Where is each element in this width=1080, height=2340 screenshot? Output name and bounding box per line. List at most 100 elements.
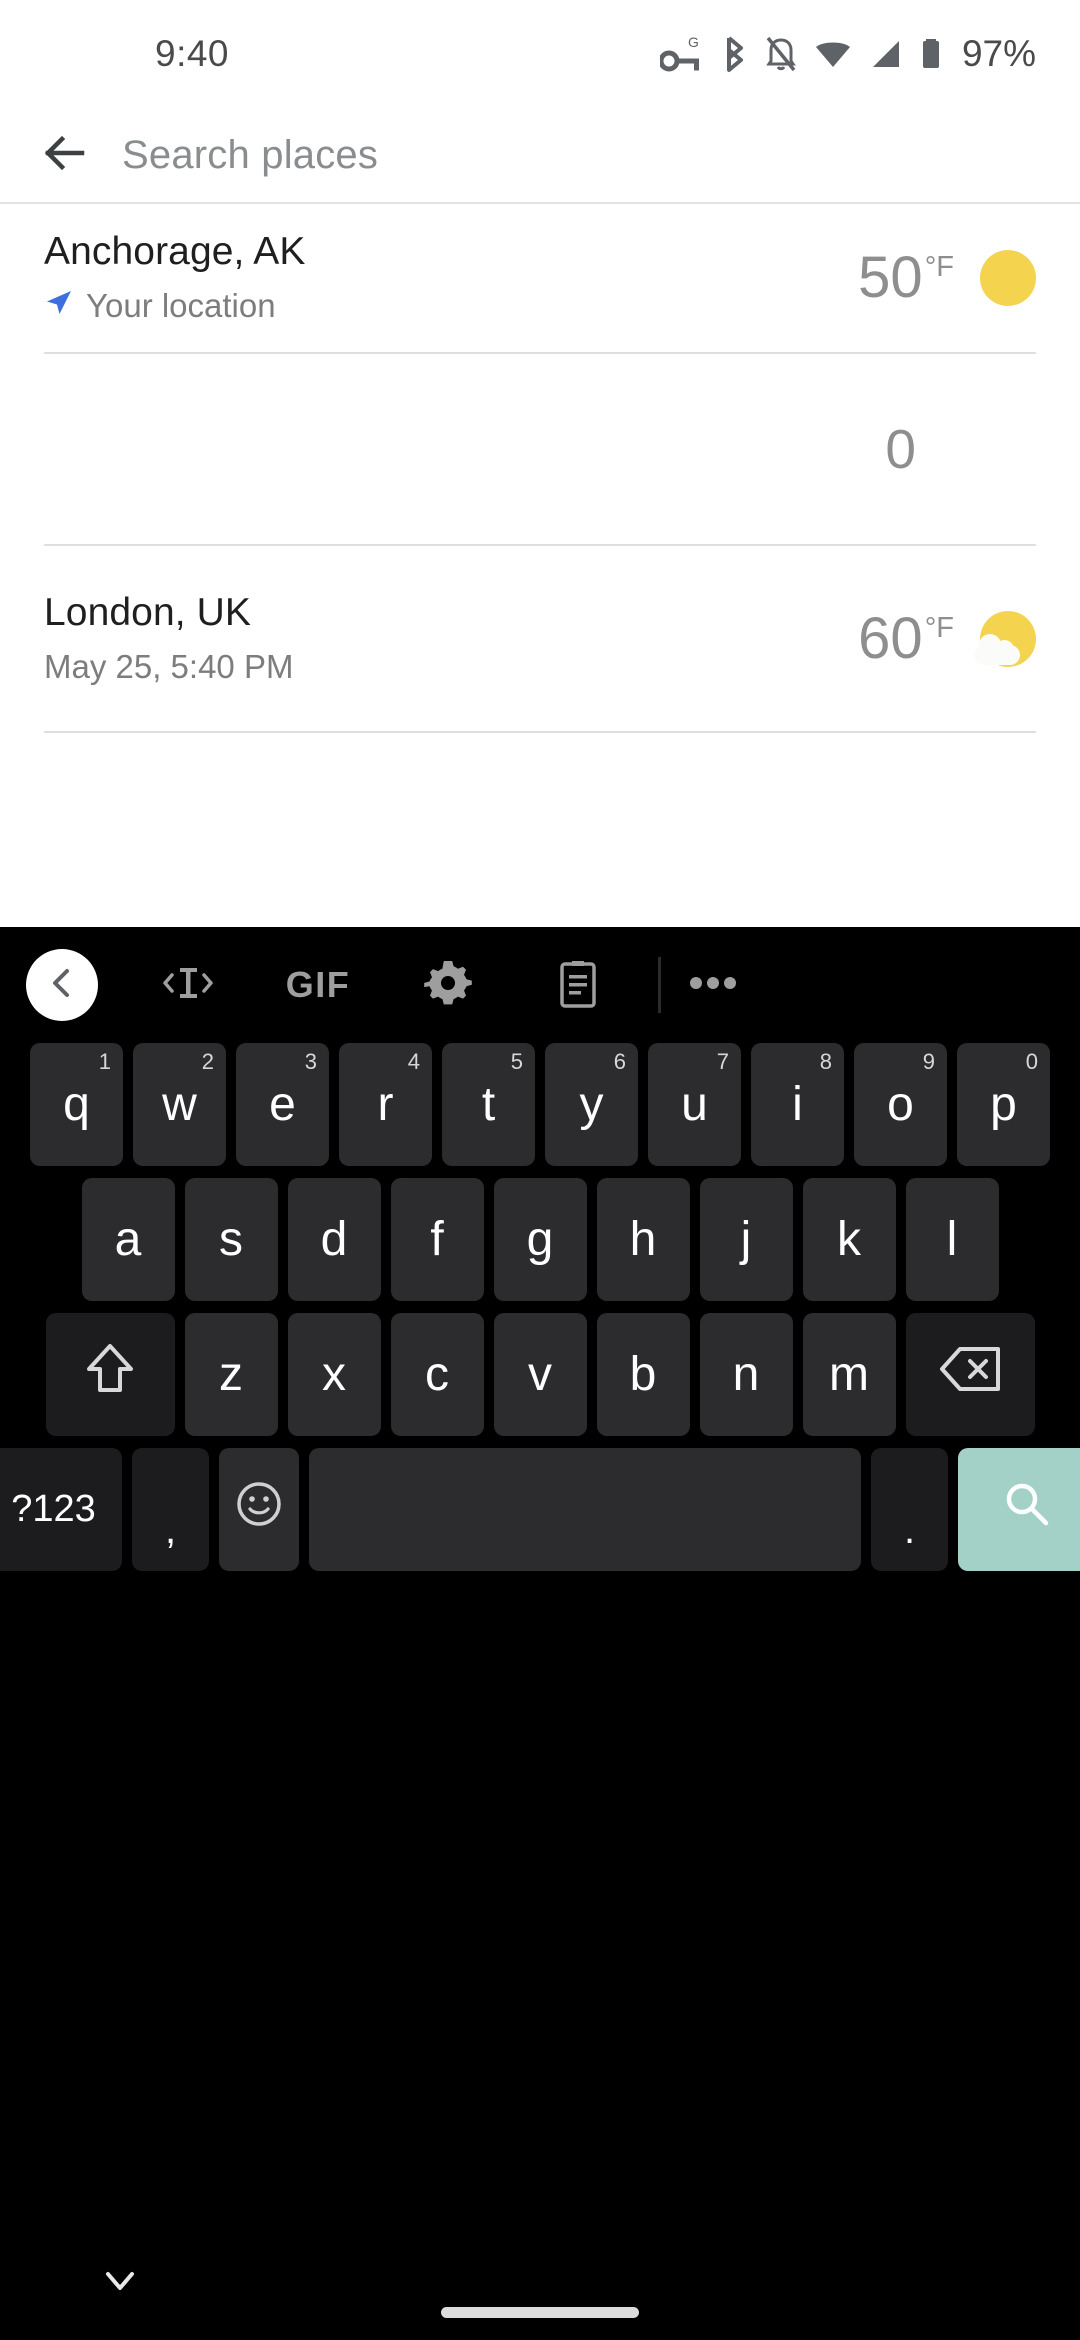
bluetooth-icon — [721, 34, 749, 74]
list-item[interactable]: 0 — [0, 354, 1080, 544]
key-f[interactable]: f — [390, 1178, 484, 1301]
search-enter-key[interactable] — [958, 1448, 1080, 1571]
result-text-block: London, UK May 25, 5:40 PM — [44, 590, 858, 687]
gesture-home-pill[interactable] — [441, 2307, 639, 2318]
key-j[interactable]: j — [699, 1178, 793, 1301]
notifications-off-icon — [764, 34, 798, 74]
key-o[interactable]: 9o — [854, 1043, 947, 1166]
cellular-signal-icon — [868, 34, 904, 74]
search-results-list: Anchorage, AK Your location 50 °F 0 Lond… — [0, 204, 1080, 733]
list-divider — [44, 731, 1036, 733]
chevron-down-icon — [100, 2266, 140, 2301]
result-weather-block: 60 °F — [858, 609, 1036, 668]
back-button[interactable] — [32, 123, 96, 187]
key-t[interactable]: 5t — [442, 1043, 535, 1166]
svg-text:G: G — [688, 34, 699, 50]
vpn-key-icon: G — [659, 34, 706, 74]
key-i[interactable]: 8i — [751, 1043, 844, 1166]
arrow-back-icon — [38, 127, 90, 184]
chevron-left-icon — [45, 966, 79, 1005]
key-z[interactable]: z — [184, 1313, 278, 1436]
list-item[interactable]: Anchorage, AK Your location 50 °F — [0, 204, 1080, 352]
on-screen-keyboard: GIF 1 q 2 w 3 e 4 r 5 t 6 y 7 u 8 i 9 o … — [0, 927, 1080, 2340]
result-subtitle: May 25, 5:40 PM — [44, 647, 294, 685]
result-text-block: Anchorage, AK Your location — [44, 229, 858, 326]
overflow-dots-icon — [685, 973, 741, 998]
backspace-icon — [938, 1344, 1002, 1406]
keyboard-key-rows: 1q 2w 3e 4r 5t 6y 7u 8i 9o 0p a s d f g … — [0, 1043, 1080, 1571]
temperature-unit: °F — [924, 251, 954, 283]
result-title: London, UK — [44, 590, 251, 634]
key-m[interactable]: m — [802, 1313, 896, 1436]
result-title: Anchorage, AK — [44, 230, 306, 274]
key-a[interactable]: a — [81, 1178, 175, 1301]
period-key[interactable]: . — [871, 1448, 948, 1571]
key-k[interactable]: k — [802, 1178, 896, 1301]
search-input[interactable]: Search places — [122, 133, 1080, 178]
shift-key[interactable] — [45, 1313, 175, 1436]
keyboard-row-4: ?123 , . — [0, 1448, 1080, 1571]
comma-key[interactable]: , — [132, 1448, 209, 1571]
key-b[interactable]: b — [596, 1313, 690, 1436]
gear-icon — [423, 958, 473, 1013]
battery-icon — [919, 34, 943, 74]
sun-disc — [980, 250, 1036, 306]
key-n[interactable]: n — [699, 1313, 793, 1436]
clipboard-icon — [555, 957, 601, 1014]
temperature-value: 50 — [858, 245, 923, 310]
key-y[interactable]: 6y — [545, 1043, 638, 1166]
settings-button[interactable] — [404, 941, 492, 1029]
search-icon — [999, 1476, 1055, 1544]
symbols-key[interactable]: ?123 — [0, 1448, 122, 1571]
keyboard-toolbar: GIF — [0, 927, 1080, 1043]
key-r[interactable]: 4r — [339, 1043, 432, 1166]
result-temperature: 0 — [885, 418, 916, 480]
dismiss-keyboard-button[interactable] — [92, 2260, 148, 2306]
wifi-icon — [813, 34, 853, 74]
text-cursor-icon — [162, 959, 214, 1012]
result-temperature: 50 °F — [858, 249, 954, 307]
result-subtitle-row: May 25, 5:40 PM — [44, 646, 858, 687]
key-q[interactable]: 1q — [30, 1043, 123, 1166]
key-g[interactable]: g — [493, 1178, 587, 1301]
list-item[interactable]: London, UK May 25, 5:40 PM 60 °F — [0, 546, 1080, 731]
result-temperature: 60 °F — [858, 609, 954, 668]
key-s[interactable]: s — [184, 1178, 278, 1301]
status-bar: 9:40 G 97% — [0, 0, 1080, 108]
key-w[interactable]: 2w — [133, 1043, 226, 1166]
result-weather-block: 50 °F — [858, 249, 1036, 307]
toolbar-divider — [658, 957, 661, 1013]
keyboard-row-1: 1q 2w 3e 4r 5t 6y 7u 8i 9o 0p — [0, 1043, 1080, 1166]
key-x[interactable]: x — [287, 1313, 381, 1436]
key-c[interactable]: c — [390, 1313, 484, 1436]
result-subtitle-row: Your location — [44, 285, 858, 326]
gif-button[interactable]: GIF — [274, 941, 362, 1029]
more-options-button[interactable] — [669, 941, 757, 1029]
emoji-icon — [233, 1478, 285, 1542]
key-d[interactable]: d — [287, 1178, 381, 1301]
cloud-shape — [974, 633, 1020, 665]
key-h[interactable]: h — [596, 1178, 690, 1301]
search-app-bar: Search places — [0, 108, 1080, 202]
key-v[interactable]: v — [493, 1313, 587, 1436]
keyboard-row-3: z x c v b n m — [0, 1313, 1080, 1436]
clipboard-button[interactable] — [534, 941, 622, 1029]
emoji-key[interactable] — [219, 1448, 299, 1571]
space-key[interactable] — [309, 1448, 861, 1571]
expand-toolbar-button[interactable] — [26, 949, 98, 1021]
your-location-icon — [44, 285, 74, 326]
result-subtitle: Your location — [86, 287, 276, 325]
key-u[interactable]: 7u — [648, 1043, 741, 1166]
key-e[interactable]: 3e — [236, 1043, 329, 1166]
shift-icon — [82, 1340, 138, 1410]
status-icon-group: G 97% — [659, 33, 1036, 75]
key-p[interactable]: 0p — [957, 1043, 1050, 1166]
battery-percent-label: 97% — [961, 33, 1036, 74]
text-edit-button[interactable] — [144, 941, 232, 1029]
backspace-key[interactable] — [905, 1313, 1035, 1436]
temperature-unit: °F — [924, 611, 954, 644]
sunny-icon — [980, 250, 1036, 306]
keyboard-row-2: a s d f g h j k l — [0, 1178, 1080, 1301]
navigation-bar — [0, 2232, 1080, 2340]
key-l[interactable]: l — [905, 1178, 999, 1301]
